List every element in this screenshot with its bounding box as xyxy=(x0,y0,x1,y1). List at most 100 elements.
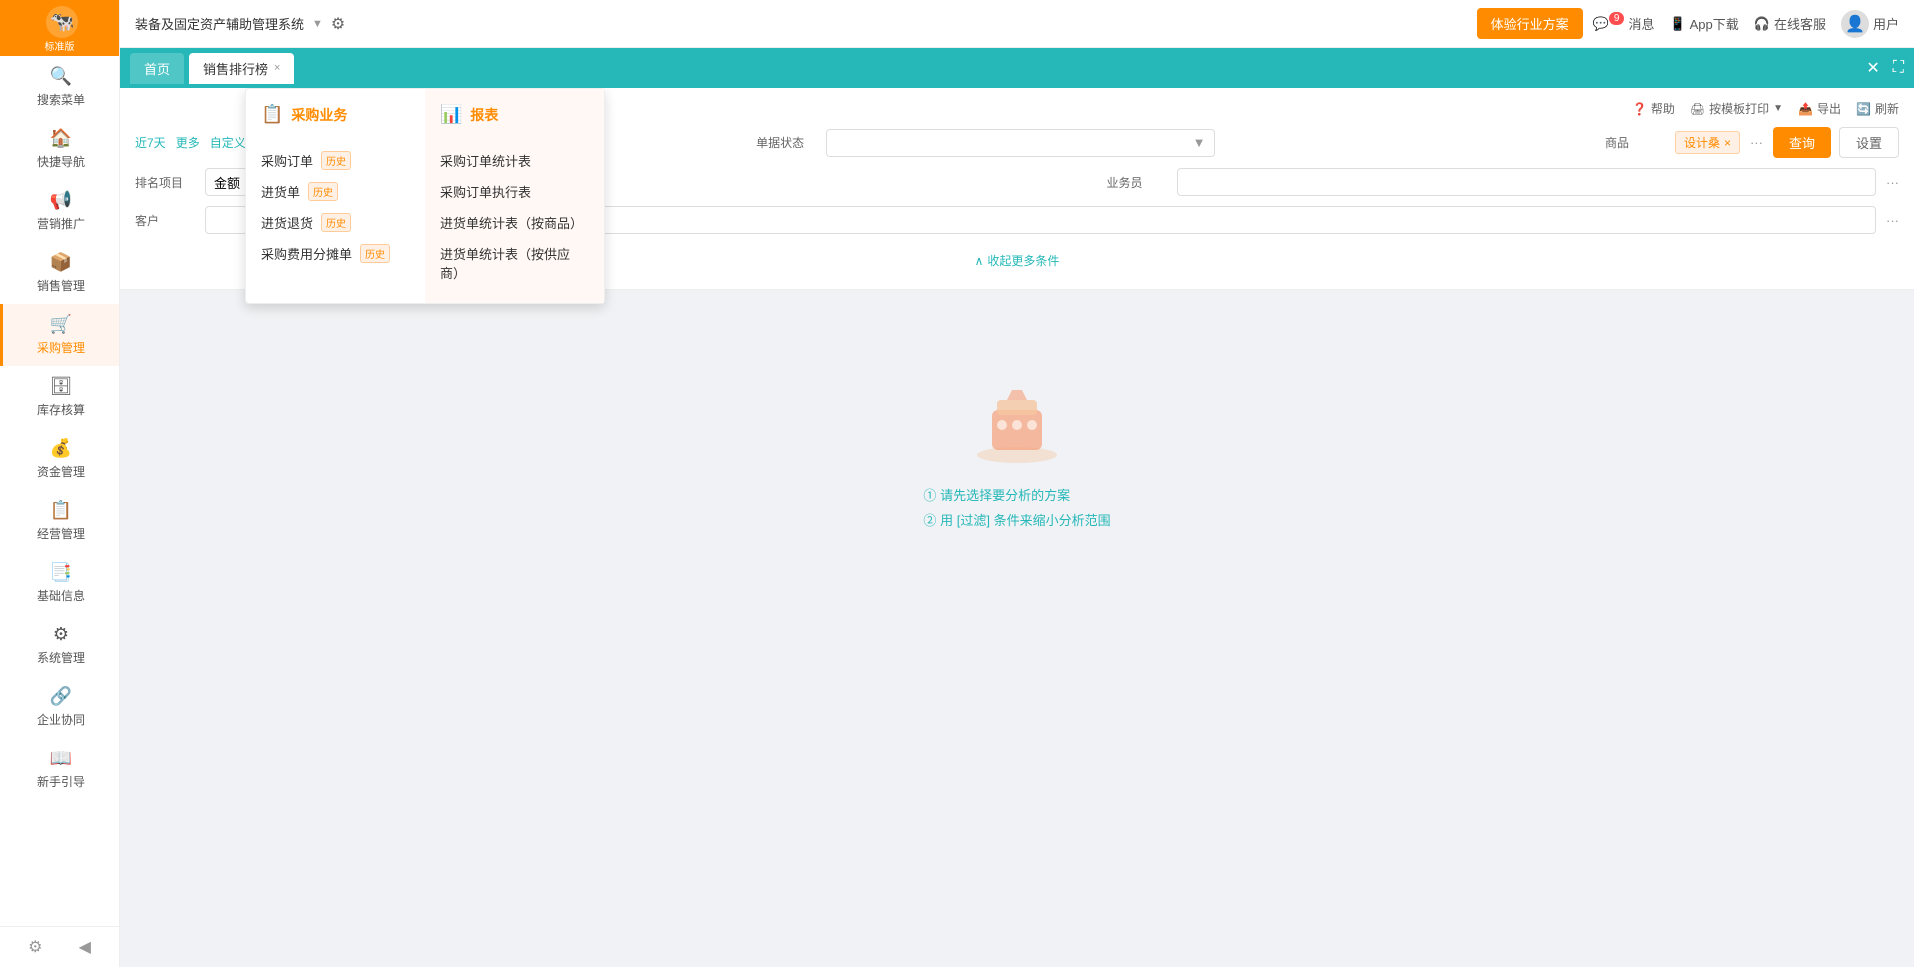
industry-solution-button[interactable]: 体验行业方案 xyxy=(1477,8,1583,39)
collapse-up-icon: ∧ xyxy=(975,254,984,268)
sidebar-footer: ⚙ ◀ xyxy=(0,926,119,967)
print-action[interactable]: 🖨 按模板打印 ▼ xyxy=(1690,100,1783,117)
salesperson-label: 业务员 xyxy=(1107,174,1167,191)
refresh-icon: 🔄 xyxy=(1856,102,1871,116)
sidebar-label-sales: 销售管理 xyxy=(37,277,85,294)
sidebar-logo: 🐄 标准版 xyxy=(0,0,119,56)
customer-ellipsis[interactable]: ··· xyxy=(1886,213,1899,228)
menu-item-purchase-order-stats[interactable]: 采购订单统计表 xyxy=(440,145,589,176)
user-action[interactable]: 👤 用户 xyxy=(1841,10,1899,38)
date-custom-link[interactable]: 自定义 xyxy=(210,134,246,151)
tabbar-close-icon[interactable]: ✕ xyxy=(1866,58,1879,78)
search-nav-icon: 🔍 xyxy=(50,66,72,87)
filter-actions: 查询 设置 xyxy=(1773,127,1899,158)
collapse-sidebar-button[interactable]: ◀ xyxy=(79,937,91,957)
basics-nav-icon: 📑 xyxy=(50,562,72,583)
menu-dropdown: 📋 采购业务 采购订单 历史 进货单 历史 进货退货 历史 采购费用分摊单 xyxy=(245,88,605,304)
sidebar-label-inventory: 库存核算 xyxy=(37,401,85,418)
query-button[interactable]: 查询 xyxy=(1773,127,1831,158)
settings-footer-button[interactable]: ⚙ xyxy=(28,937,42,957)
menu-item-purchase-order-exec[interactable]: 采购订单执行表 xyxy=(440,176,589,207)
sidebar-nav: 🔍 搜索菜单 🏠 快捷导航 📢 营销推广 📦 销售管理 🛒 采购管理 🗄 库存核… xyxy=(0,56,119,926)
tab-home-label: 首页 xyxy=(144,59,170,78)
topbar-title: 装备及固定资产辅助管理系统 ▼ ⚙ xyxy=(135,14,1467,34)
sidebar-label-finance: 资金管理 xyxy=(37,463,85,480)
refresh-label: 刷新 xyxy=(1875,100,1899,117)
sidebar-item-basics[interactable]: 📑 基础信息 xyxy=(0,552,119,614)
sidebar-label-enterprise: 企业协同 xyxy=(37,711,85,728)
empty-hint-2: ② 用 [过滤] 条件来缩小分析范围 xyxy=(923,510,1110,529)
menu-item-expense-allocation[interactable]: 采购费用分摊单 历史 xyxy=(261,238,410,269)
report-menu-section: 📊 报表 采购订单统计表 采购订单执行表 进货单统计表（按商品） 进货单统计表（… xyxy=(425,89,604,303)
refresh-action[interactable]: 🔄 刷新 xyxy=(1856,100,1899,117)
bill-status-select[interactable]: ▼ xyxy=(826,129,1214,157)
purchase-order-exec-label: 采购订单执行表 xyxy=(440,182,531,201)
logo-icon: 🐄 xyxy=(44,4,76,36)
topbar: 装备及固定资产辅助管理系统 ▼ ⚙ 体验行业方案 💬 9 消息 📱 App下载 … xyxy=(120,0,1914,48)
app-download-action[interactable]: 📱 App下载 xyxy=(1669,14,1738,33)
goods-ellipsis[interactable]: ··· xyxy=(1750,135,1763,150)
salesperson-ellipsis[interactable]: ··· xyxy=(1886,175,1899,190)
tab-home[interactable]: 首页 xyxy=(130,53,184,84)
tabbar-expand-icon[interactable]: ⛶ xyxy=(1893,59,1904,77)
operations-nav-icon: 📋 xyxy=(50,500,72,521)
menu-item-purchase-order[interactable]: 采购订单 历史 xyxy=(261,145,410,176)
expense-allocation-label: 采购费用分摊单 xyxy=(261,244,352,263)
export-action[interactable]: 📤 导出 xyxy=(1798,100,1841,117)
filter-link-text[interactable]: [过滤] xyxy=(957,513,990,528)
purchase-section-title: 采购业务 xyxy=(291,105,347,125)
sidebar-item-purchase[interactable]: 🛒 采购管理 xyxy=(0,304,119,366)
sidebar-item-system[interactable]: ⚙ 系统管理 xyxy=(0,614,119,676)
date-shortcut-7days[interactable]: 近7天 xyxy=(135,134,166,151)
purchase-nav-icon: 🛒 xyxy=(50,314,72,335)
export-label: 导出 xyxy=(1817,100,1841,117)
rank-label: 排名项目 xyxy=(135,174,195,191)
online-service-label: 在线客服 xyxy=(1774,14,1826,33)
finance-nav-icon: 💰 xyxy=(50,438,72,459)
empty-illustration xyxy=(957,370,1077,470)
return-history-badge: 历史 xyxy=(321,213,351,232)
purchase-order-stats-label: 采购订单统计表 xyxy=(440,151,531,170)
help-action[interactable]: ❓ 帮助 xyxy=(1632,100,1675,117)
message-badge: 9 xyxy=(1609,12,1625,25)
menu-item-receipt[interactable]: 进货单 历史 xyxy=(261,176,410,207)
sidebar-label-quicknav: 快捷导航 xyxy=(37,153,85,170)
sidebar: 🐄 标准版 🔍 搜索菜单 🏠 快捷导航 📢 营销推广 📦 销售管理 🛒 采购管理… xyxy=(0,0,120,967)
inventory-nav-icon: 🗄 xyxy=(50,376,73,397)
online-service-action[interactable]: 🎧 在线客服 xyxy=(1754,14,1826,33)
message-action[interactable]: 💬 9 消息 xyxy=(1593,14,1655,33)
purchase-order-label: 采购订单 xyxy=(261,151,313,170)
bill-status-label: 单据状态 xyxy=(756,134,816,151)
sales-nav-icon: 📦 xyxy=(50,252,72,273)
enterprise-nav-icon: 🔗 xyxy=(50,686,72,707)
menu-item-receipt-stats-supplier[interactable]: 进货单统计表（按供应商） xyxy=(440,238,589,288)
menu-item-return[interactable]: 进货退货 历史 xyxy=(261,207,410,238)
sidebar-item-operations[interactable]: 📋 经营管理 xyxy=(0,490,119,552)
menu-item-receipt-stats-goods[interactable]: 进货单统计表（按商品） xyxy=(440,207,589,238)
sidebar-item-enterprise[interactable]: 🔗 企业协同 xyxy=(0,676,119,738)
app-download-label: App下载 xyxy=(1690,14,1739,33)
sidebar-label-purchase: 采购管理 xyxy=(37,339,85,356)
headset-icon: 🎧 xyxy=(1754,16,1770,32)
sidebar-item-quicknav[interactable]: 🏠 快捷导航 xyxy=(0,118,119,180)
system-title-text: 装备及固定资产辅助管理系统 xyxy=(135,14,304,33)
salesperson-input[interactable] xyxy=(1177,168,1877,196)
help-icon: ❓ xyxy=(1632,102,1647,116)
sidebar-item-newbie[interactable]: 📖 新手引导 xyxy=(0,738,119,800)
sidebar-item-marketing[interactable]: 📢 营销推广 xyxy=(0,180,119,242)
sidebar-item-inventory[interactable]: 🗄 库存核算 xyxy=(0,366,119,428)
purchase-section-icon: 📋 xyxy=(261,104,283,125)
tab-sales-rank[interactable]: 销售排行榜 × xyxy=(189,53,294,84)
sidebar-label-search: 搜索菜单 xyxy=(37,91,85,108)
gear-icon[interactable]: ⚙ xyxy=(331,14,345,34)
rank-value-text: 金额 xyxy=(214,173,240,192)
setting-button[interactable]: 设置 xyxy=(1839,127,1899,158)
sidebar-label-newbie: 新手引导 xyxy=(37,773,85,790)
sidebar-item-sales[interactable]: 📦 销售管理 xyxy=(0,242,119,304)
sidebar-item-search[interactable]: 🔍 搜索菜单 xyxy=(0,56,119,118)
sidebar-item-finance[interactable]: 💰 资金管理 xyxy=(0,428,119,490)
date-more-link[interactable]: 更多 xyxy=(176,134,200,151)
tab-close-icon[interactable]: × xyxy=(274,62,280,74)
goods-tag-close-icon[interactable]: × xyxy=(1724,136,1731,150)
svg-text:🐄: 🐄 xyxy=(49,11,74,33)
